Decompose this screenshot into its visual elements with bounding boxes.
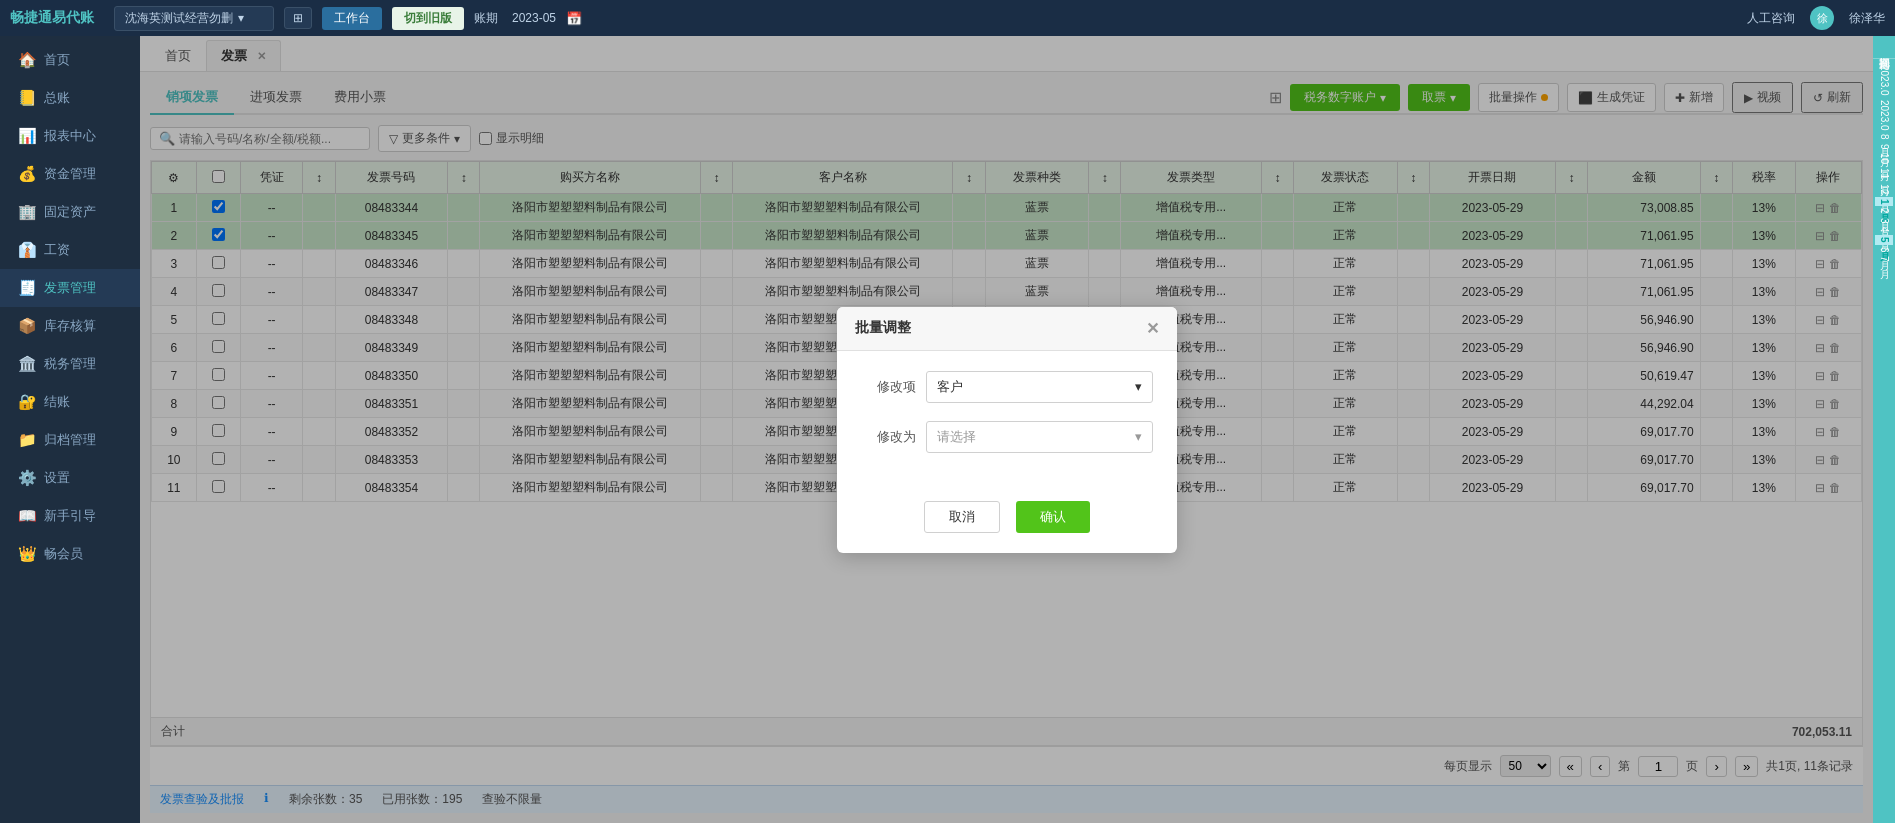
sidebar-item-finance[interactable]: 💰 资金管理 [0, 155, 140, 193]
sidebar-label-tax: 税务管理 [44, 355, 96, 373]
right-panel-may[interactable]: 5月 [1875, 235, 1893, 245]
modal-change-placeholder: 请选择 [937, 428, 976, 446]
modal-confirm-btn[interactable]: 确认 [1016, 501, 1090, 533]
sidebar-label-member: 畅会员 [44, 545, 83, 563]
modal-modify-dropdown-icon: ▾ [1135, 379, 1142, 394]
right-panel-apr[interactable]: 4月 [1875, 225, 1893, 235]
sidebar-item-report[interactable]: 📊 报表中心 [0, 117, 140, 155]
modal-field-change-label: 修改为 [861, 428, 916, 446]
invoice-icon: 🧾 [18, 279, 36, 297]
sidebar-label-guide: 新手引导 [44, 507, 96, 525]
modal-field-change: 修改为 请选择 ▾ [861, 421, 1153, 453]
right-panel: 期间选择 2023.0 2023.0 8月 9月 10月 11月 12月 1月 … [1873, 36, 1895, 823]
sidebar-item-assets[interactable]: 🏢 固定资产 [0, 193, 140, 231]
right-panel-sep[interactable]: 9月 [1875, 142, 1893, 152]
company-selector[interactable]: 沈海英测试经营勿删 ▾ [114, 6, 274, 31]
sidebar-item-home[interactable]: 🏠 首页 [0, 41, 140, 79]
sidebar-item-tax[interactable]: 🏛️ 税务管理 [0, 345, 140, 383]
sidebar-item-salary[interactable]: 👔 工资 [0, 231, 140, 269]
ai-service[interactable]: 人工咨询 [1747, 10, 1795, 27]
sidebar-label-report: 报表中心 [44, 127, 96, 145]
sidebar-label-archive: 归档管理 [44, 431, 96, 449]
right-panel-2023a[interactable]: 2023.0 [1877, 63, 1892, 98]
right-panel-oct[interactable]: 10月 [1875, 151, 1893, 166]
sidebar-item-archive[interactable]: 📁 归档管理 [0, 421, 140, 459]
sidebar-label-finance: 资金管理 [44, 165, 96, 183]
assets-icon: 🏢 [18, 203, 36, 221]
modal-cancel-btn[interactable]: 取消 [924, 501, 1000, 533]
modal-modify-select[interactable]: 客户 ▾ [926, 371, 1153, 403]
salary-icon: 👔 [18, 241, 36, 259]
company-dropdown-icon[interactable]: ▾ [238, 11, 244, 25]
right-panel-feb[interactable]: 2月 [1875, 206, 1893, 216]
workspace-btn[interactable]: 工作台 [322, 7, 382, 30]
right-panel-aug[interactable]: 8月 [1875, 132, 1893, 142]
sidebar-item-settings[interactable]: ⚙️ 设置 [0, 459, 140, 497]
sidebar-item-close[interactable]: 🔐 结账 [0, 383, 140, 421]
home-icon: 🏠 [18, 51, 36, 69]
modal-header: 批量调整 ✕ [837, 307, 1177, 351]
ledger-icon: 📒 [18, 89, 36, 107]
modal-change-dropdown-icon: ▾ [1135, 429, 1142, 444]
right-panel-2023b[interactable]: 2023.0 [1877, 98, 1892, 133]
main-layout: 🏠 首页 📒 总账 📊 报表中心 💰 资金管理 🏢 固定资产 👔 工资 🧾 发票… [0, 36, 1895, 823]
content-area: 首页 发票 ✕ 销项发票 进项发票 费用小票 [140, 36, 1873, 823]
sidebar-label-salary: 工资 [44, 241, 70, 259]
sidebar-item-guide[interactable]: 📖 新手引导 [0, 497, 140, 535]
sidebar-label-ledger: 总账 [44, 89, 70, 107]
cut-version-btn[interactable]: 切到旧版 [392, 7, 464, 30]
modal-modify-value: 客户 [937, 378, 963, 396]
username: 徐泽华 [1849, 10, 1885, 27]
sidebar-item-member[interactable]: 👑 畅会员 [0, 535, 140, 573]
modal-field-modify-label: 修改项 [861, 378, 916, 396]
sidebar-item-invoice[interactable]: 🧾 发票管理 [0, 269, 140, 307]
inventory-icon: 📦 [18, 317, 36, 335]
period-value: 2023-05 [512, 11, 556, 25]
modal-close-btn[interactable]: ✕ [1146, 319, 1159, 338]
right-panel-mar[interactable]: 3月 [1875, 216, 1893, 226]
report-icon: 📊 [18, 127, 36, 145]
sidebar-item-inventory[interactable]: 📦 库存核算 [0, 307, 140, 345]
right-panel-jun[interactable]: 6月 [1875, 245, 1893, 255]
right-panel-dec[interactable]: 12月 [1875, 182, 1893, 197]
calendar-icon[interactable]: 📅 [566, 11, 582, 26]
company-icon-btn[interactable]: ⊞ [284, 7, 312, 29]
right-panel-nov[interactable]: 11月 [1875, 166, 1893, 181]
avatar: 徐 [1810, 6, 1834, 30]
sidebar-label-settings: 设置 [44, 469, 70, 487]
modal-footer: 取消 确认 [837, 491, 1177, 553]
right-panel-jan[interactable]: 1月 [1875, 197, 1893, 207]
close-books-icon: 🔐 [18, 393, 36, 411]
member-icon: 👑 [18, 545, 36, 563]
modal-body: 修改项 客户 ▾ 修改为 请选择 ▾ [837, 351, 1177, 491]
sidebar-label-assets: 固定资产 [44, 203, 96, 221]
archive-icon: 📁 [18, 431, 36, 449]
sidebar-item-ledger[interactable]: 📒 总账 [0, 79, 140, 117]
sidebar: 🏠 首页 📒 总账 📊 报表中心 💰 资金管理 🏢 固定资产 👔 工资 🧾 发票… [0, 36, 140, 823]
batch-adjust-modal: 批量调整 ✕ 修改项 客户 ▾ 修改为 请选择 [837, 307, 1177, 553]
sidebar-label-close: 结账 [44, 393, 70, 411]
top-bar: 畅捷通易代账 沈海英测试经营勿删 ▾ ⊞ 工作台 切到旧版 账期 2023-05… [0, 0, 1895, 36]
settings-icon: ⚙️ [18, 469, 36, 487]
sidebar-label-inventory: 库存核算 [44, 317, 96, 335]
company-name: 沈海英测试经营勿删 [125, 10, 233, 27]
modal-overlay[interactable]: 批量调整 ✕ 修改项 客户 ▾ 修改为 请选择 [140, 36, 1873, 823]
right-panel-jul[interactable]: 7月 [1875, 254, 1893, 264]
tax-icon: 🏛️ [18, 355, 36, 373]
top-bar-right: 人工咨询 徐 徐泽华 [1747, 6, 1885, 30]
app-logo: 畅捷通易代账 [10, 9, 94, 27]
sidebar-label-home: 首页 [44, 51, 70, 69]
finance-icon: 💰 [18, 165, 36, 183]
modal-title: 批量调整 [855, 319, 911, 337]
modal-change-select[interactable]: 请选择 ▾ [926, 421, 1153, 453]
right-panel-period[interactable]: 期间选择 [1875, 44, 1894, 54]
guide-icon: 📖 [18, 507, 36, 525]
modal-field-modify: 修改项 客户 ▾ [861, 371, 1153, 403]
sidebar-label-invoice: 发票管理 [44, 279, 96, 297]
period-label: 账期 [474, 10, 498, 27]
